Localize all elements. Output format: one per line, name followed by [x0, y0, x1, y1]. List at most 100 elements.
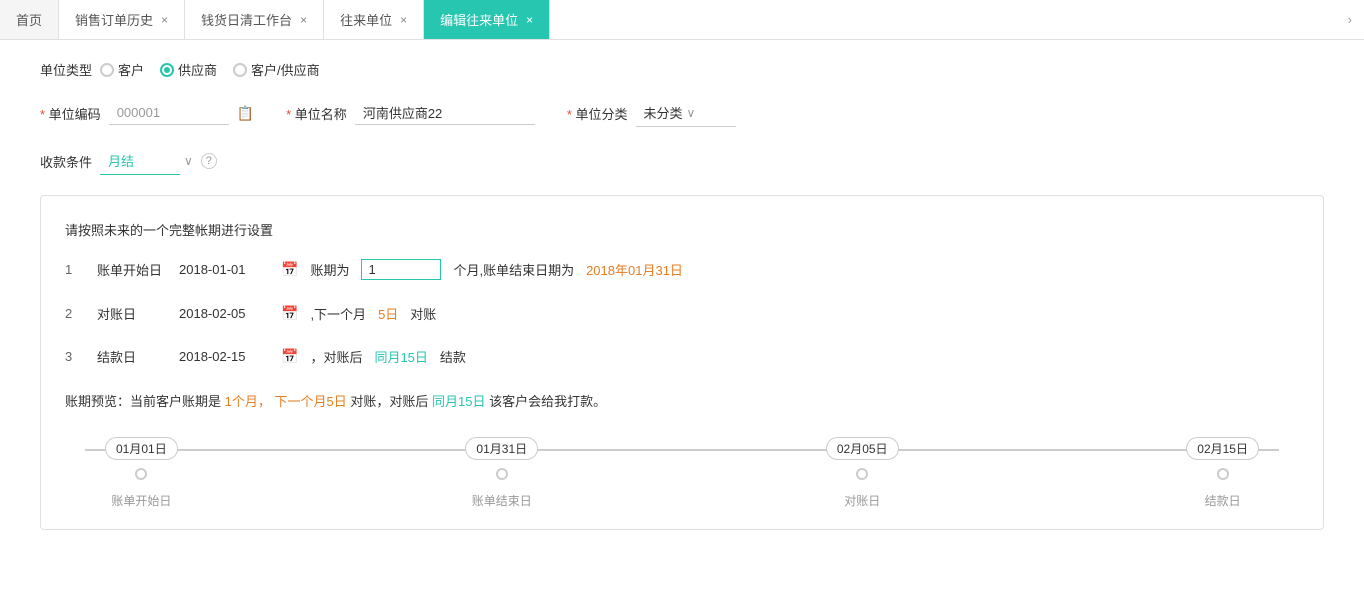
radio-both[interactable]: 客户/供应商 [233, 60, 320, 79]
unit-type-label: 单位类型 [40, 60, 92, 79]
preview-label: 账期预览：当前客户账期是 [65, 394, 221, 409]
reconcile-day-highlight: 5日 [378, 304, 398, 323]
preview-part3: 同月15日 [432, 394, 485, 409]
tab-partner-label: 往来单位 [340, 10, 392, 29]
timeline-label-2: 账单结束日 [472, 492, 532, 509]
tab-cash-close[interactable]: × [300, 14, 307, 26]
timeline-dot-4 [1217, 468, 1229, 480]
payment-select-group: 月结 ∨ [100, 147, 193, 175]
timeline-dot-3 [856, 468, 868, 480]
timeline-node-3: 02月05日 对账日 [826, 437, 899, 509]
timeline-date-3: 02月05日 [826, 437, 899, 460]
timeline-nodes: 01月01日 账单开始日 01月31日 账单结束日 02月05日 对账日 02月… [105, 437, 1259, 509]
unit-code-label: 单位编码 [40, 104, 101, 123]
unit-code-icon[interactable]: 📋 [237, 105, 254, 122]
row-num-2: 2 [65, 306, 85, 321]
payment-chevron: ∨ [184, 154, 193, 168]
tab-sales-label: 销售订单历史 [75, 10, 153, 29]
radio-customer[interactable]: 客户 [100, 60, 144, 79]
start-date-value: 2018-01-01 [179, 262, 269, 277]
payment-date-value: 2018-02-15 [179, 349, 269, 364]
payment-row: 收款条件 月结 ∨ ? [40, 147, 1324, 175]
payment-date-suffix: 结款 [440, 347, 466, 366]
tab-edit-label: 编辑往来单位 [440, 10, 518, 29]
unit-category-select[interactable]: 未分类 ∨ [636, 99, 736, 127]
row-num-3: 3 [65, 349, 85, 364]
timeline-date-2: 01月31日 [465, 437, 538, 460]
period-input[interactable] [361, 259, 441, 280]
row-label-1: 账单开始日 [97, 260, 167, 279]
payment-date-prefix: ，对账后 [310, 347, 362, 366]
start-date-cal-icon[interactable]: 📅 [281, 261, 298, 278]
unit-info-row: 单位编码 📋 单位名称 单位分类 未分类 ∨ [40, 99, 1324, 127]
timeline-date-1: 01月01日 [105, 437, 178, 460]
timeline-dot-1 [135, 468, 147, 480]
timeline-node-4: 02月15日 结款日 [1186, 437, 1259, 509]
payment-day-highlight: 同月15日 [374, 347, 427, 366]
preview-part2: 下一个月5日 [275, 394, 347, 409]
period-prefix: 账期为 [310, 260, 349, 279]
help-icon[interactable]: ? [201, 153, 217, 169]
reconcile-date-cal-icon[interactable]: 📅 [281, 305, 298, 322]
reconcile-row: 2 对账日 2018-02-05 📅 ,下一个月 5日 对账 [65, 304, 1299, 323]
tab-sales-history[interactable]: 销售订单历史 × [59, 0, 185, 39]
radio-customer-label: 客户 [118, 60, 144, 79]
radio-supplier[interactable]: 供应商 [160, 60, 217, 79]
radio-both-circle [233, 63, 247, 77]
radio-supplier-circle [160, 63, 174, 77]
payment-select[interactable]: 月结 [100, 147, 180, 175]
tab-partner-unit[interactable]: 往来单位 × [324, 0, 424, 39]
payment-date-cal-icon[interactable]: 📅 [281, 348, 298, 365]
row-num-1: 1 [65, 262, 85, 277]
payment-label: 收款条件 [40, 152, 92, 171]
unit-type-row: 单位类型 客户 供应商 客户/供应商 [40, 60, 1324, 79]
timeline-node-1: 01月01日 账单开始日 [105, 437, 178, 509]
row-label-3: 结款日 [97, 347, 167, 366]
tab-edit-partner[interactable]: 编辑往来单位 × [424, 0, 550, 39]
period-suffix: 个月,账单结束日期为 [453, 260, 574, 279]
reconcile-date-value: 2018-02-05 [179, 306, 269, 321]
timeline-label-4: 结款日 [1205, 492, 1241, 509]
tab-bar: 首页 销售订单历史 × 钱货日清工作台 × 往来单位 × 编辑往来单位 × › [0, 0, 1364, 40]
unit-name-group: 单位名称 [286, 101, 535, 125]
tab-home-label: 首页 [16, 10, 42, 29]
tab-cash-work[interactable]: 钱货日清工作台 × [185, 0, 324, 39]
timeline-label-3: 对账日 [844, 492, 880, 509]
timeline-label-1: 账单开始日 [111, 492, 171, 509]
tab-partner-close[interactable]: × [400, 14, 407, 26]
end-date-highlight: 2018年01月31日 [586, 260, 683, 279]
billing-start-row: 1 账单开始日 2018-01-01 📅 账期为 个月,账单结束日期为 2018… [65, 259, 1299, 280]
unit-category-label: 单位分类 [567, 104, 628, 123]
timeline-wrapper: 01月01日 账单开始日 01月31日 账单结束日 02月05日 对账日 02月… [65, 437, 1299, 509]
payment-value: 月结 [108, 154, 134, 169]
tab-more-chevron: › [1348, 12, 1352, 27]
period-preview: 账期预览：当前客户账期是 1个月， 下一个月5日 对账，对账后 同月15日 该客… [65, 390, 1299, 413]
tab-sales-close[interactable]: × [161, 14, 168, 26]
unit-code-group: 单位编码 📋 [40, 101, 254, 125]
preview-end: 该客户会给我打款。 [489, 394, 606, 409]
tab-cash-label: 钱货日清工作台 [201, 10, 292, 29]
unit-category-chevron: ∨ [687, 106, 696, 120]
main-content: 单位类型 客户 供应商 客户/供应商 单位编码 📋 [0, 40, 1364, 608]
payment-group: 收款条件 月结 ∨ ? [40, 147, 217, 175]
tab-edit-close[interactable]: × [526, 14, 533, 26]
timeline-dot-2 [496, 468, 508, 480]
row-label-2: 对账日 [97, 304, 167, 323]
unit-name-input[interactable] [355, 101, 535, 125]
tab-more-button[interactable]: › [1336, 0, 1364, 39]
radio-supplier-label: 供应商 [178, 60, 217, 79]
radio-group: 客户 供应商 客户/供应商 [100, 60, 320, 79]
reconcile-suffix: 对账 [410, 304, 436, 323]
unit-category-value: 未分类 [644, 103, 683, 122]
unit-name-label: 单位名称 [286, 104, 347, 123]
payment-date-row: 3 结款日 2018-02-15 📅 ，对账后 同月15日 结款 [65, 347, 1299, 366]
preview-part1: 1个月， [225, 394, 271, 409]
card-title: 请按照未来的一个完整帐期进行设置 [65, 220, 1299, 239]
timeline-node-2: 01月31日 账单结束日 [465, 437, 538, 509]
radio-customer-circle [100, 63, 114, 77]
reconcile-prefix: ,下一个月 [310, 304, 366, 323]
unit-code-input[interactable] [109, 101, 229, 125]
timeline-date-4: 02月15日 [1186, 437, 1259, 460]
tab-home[interactable]: 首页 [0, 0, 59, 39]
unit-type-group: 单位类型 客户 供应商 客户/供应商 [40, 60, 320, 79]
